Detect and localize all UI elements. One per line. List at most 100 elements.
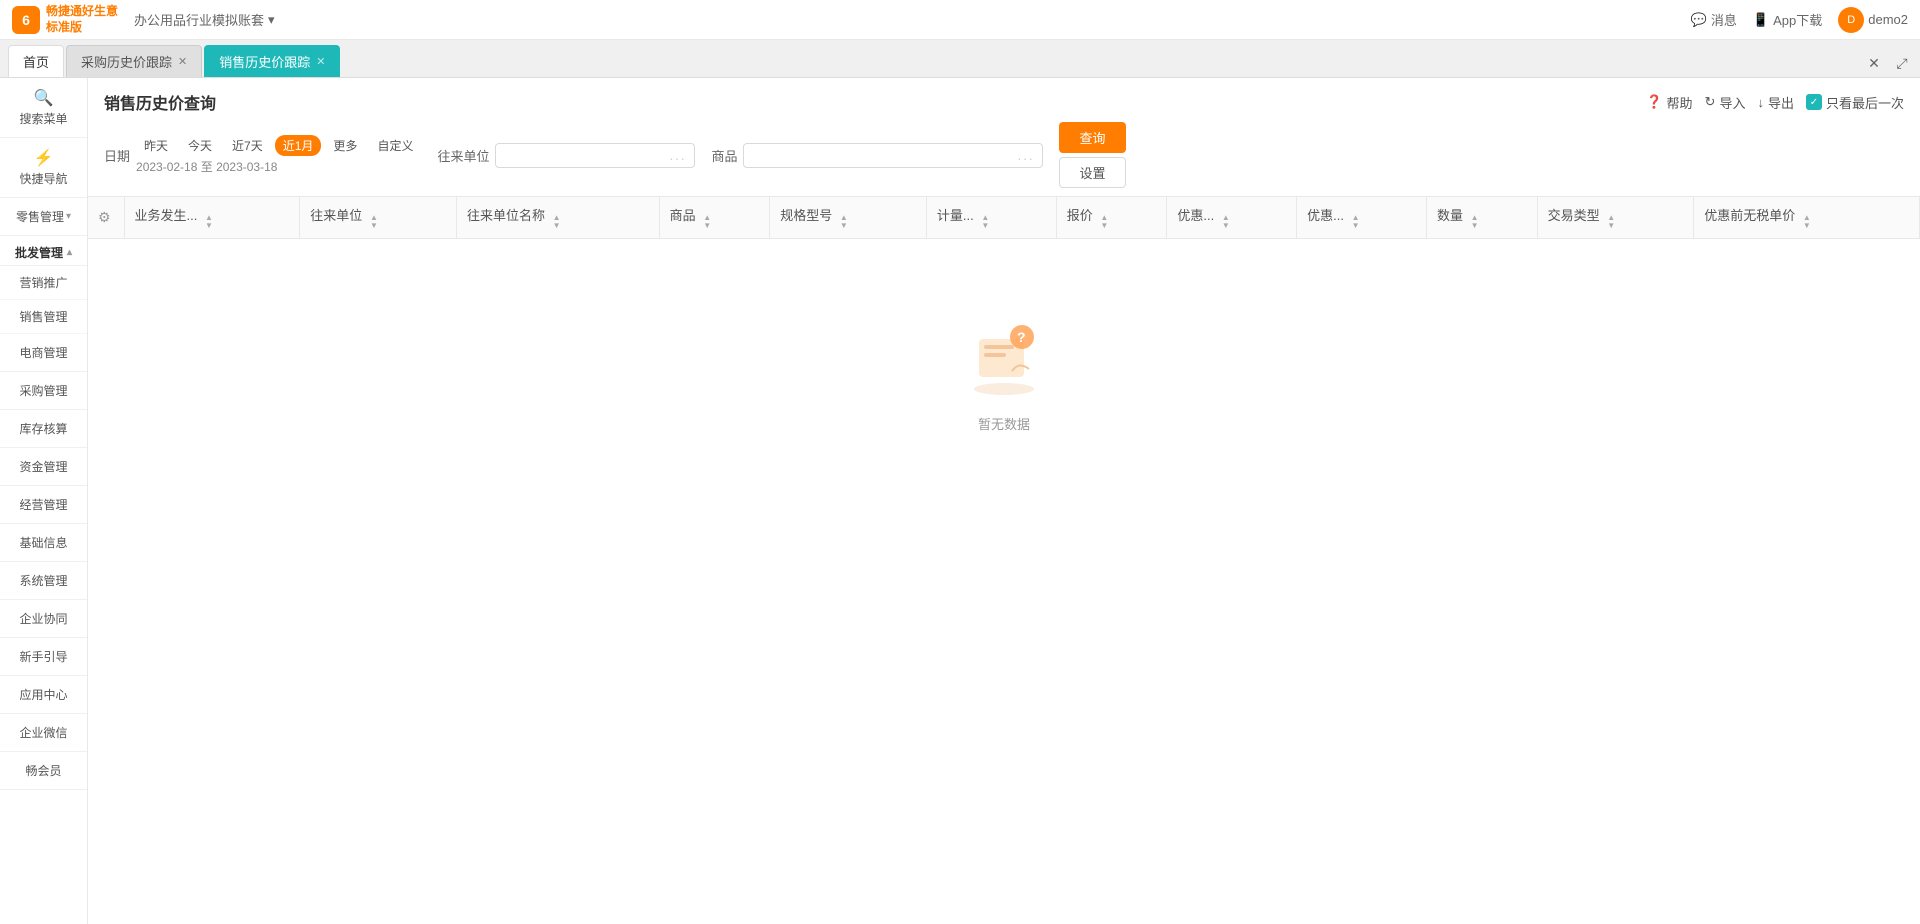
page-actions: ❓ 帮助 ↻ 导入 ↓ 导出 ✓ 只看最后一次: [1646, 93, 1904, 112]
filter-bar: 日期 昨天 今天 近7天 近1月 更多 自定义 2023-02-18 至 202…: [104, 122, 1904, 188]
th-trade-type[interactable]: 交易类型 ▲▼: [1537, 197, 1694, 239]
app-selector[interactable]: 办公用品行业模拟账套 ▾: [126, 10, 283, 29]
sidebar-item-label: 采购管理: [19, 382, 67, 399]
app-logo-text: 畅捷通好生意 标准版: [46, 4, 118, 35]
sidebar-item-label: 零售管理: [16, 208, 64, 225]
page-header: 销售历史价查询 ❓ 帮助 ↻ 导入 ↓ 导出 ✓: [88, 78, 1920, 197]
sidebar-item-marketing[interactable]: 营销推广: [0, 266, 87, 300]
sidebar-item-system-mgmt[interactable]: 系统管理: [0, 562, 87, 600]
sidebar-item-purchase-mgmt[interactable]: 采购管理: [0, 372, 87, 410]
date-opt-last7days[interactable]: 近7天: [224, 135, 271, 156]
app-logo-icon: 6: [12, 6, 40, 34]
sidebar-item-quick-nav[interactable]: ⚡ 快捷导航: [0, 138, 87, 198]
only-last-once-toggle[interactable]: ✓ 只看最后一次: [1806, 93, 1904, 112]
expand-window-button[interactable]: ⤢: [1892, 53, 1912, 73]
sort-icon: ▲▼: [703, 214, 711, 230]
sidebar-item-label: 应用中心: [19, 686, 67, 703]
sidebar-item-enterprise-wechat[interactable]: 企业微信: [0, 714, 87, 752]
import-icon: ↻: [1705, 94, 1716, 110]
user-menu[interactable]: D demo2: [1838, 7, 1908, 33]
empty-svg-icon: ?: [964, 319, 1044, 399]
sort-icon: ▲▼: [370, 214, 378, 230]
sidebar-item-label: 系统管理: [19, 572, 67, 589]
top-bar: 6 畅捷通好生意 标准版 办公用品行业模拟账套 ▾ 💬 消息 📱 App下载 D…: [0, 0, 1920, 40]
sidebar-item-label: 资金管理: [19, 458, 67, 475]
help-button[interactable]: ❓ 帮助: [1646, 93, 1692, 112]
home-tab-label: 首页: [23, 52, 49, 71]
th-discount1[interactable]: 优惠... ▲▼: [1167, 197, 1297, 239]
sidebar-item-member[interactable]: 畅会员: [0, 752, 87, 790]
export-button[interactable]: ↓ 导出: [1757, 93, 1794, 112]
th-product[interactable]: 商品 ▲▼: [659, 197, 770, 239]
sidebar-item-inventory[interactable]: 库存核算: [0, 410, 87, 448]
sort-icon: ▲▼: [1803, 214, 1811, 230]
product-input[interactable]: ...: [743, 143, 1043, 168]
date-opt-today[interactable]: 今天: [180, 135, 220, 156]
empty-state: ? 暂无数据: [88, 239, 1920, 513]
sort-icon: ▲▼: [1471, 214, 1479, 230]
date-opt-last1month[interactable]: 近1月: [275, 135, 322, 156]
date-options-col: 昨天 今天 近7天 近1月 更多 自定义 2023-02-18 至 2023-0…: [136, 135, 421, 175]
sidebar-item-ops-mgmt[interactable]: 经营管理: [0, 486, 87, 524]
close-window-button[interactable]: ✕: [1864, 53, 1884, 73]
sort-icon: ▲▼: [840, 214, 848, 230]
content-area: 销售历史价查询 ❓ 帮助 ↻ 导入 ↓ 导出 ✓: [88, 78, 1920, 924]
sidebar-item-label: 基础信息: [19, 534, 67, 551]
from-unit-input[interactable]: ...: [495, 143, 695, 168]
help-icon: ❓: [1646, 94, 1662, 110]
sidebar-item-wholesale-mgmt[interactable]: 批发管理 ▴: [0, 236, 87, 266]
sidebar-item-sales-mgmt[interactable]: 销售管理: [0, 300, 87, 334]
th-biz-date[interactable]: 业务发生... ▲▼: [124, 197, 300, 239]
sidebar-item-finance-mgmt[interactable]: 资金管理: [0, 448, 87, 486]
tab-home[interactable]: 首页: [8, 45, 64, 77]
th-discount2[interactable]: 优惠... ▲▼: [1297, 197, 1427, 239]
date-filter-group: 日期 昨天 今天 近7天 近1月 更多 自定义 2023-02-18 至 202…: [104, 135, 421, 175]
empty-illustration: ?: [964, 319, 1044, 402]
message-button[interactable]: 💬 消息: [1691, 10, 1737, 29]
th-spec[interactable]: 规格型号 ▲▼: [770, 197, 927, 239]
svg-text:?: ?: [1017, 329, 1026, 345]
th-pre-tax-price[interactable]: 优惠前无税单价 ▲▼: [1694, 197, 1920, 239]
table-container: ⚙ 业务发生... ▲▼ 往来单位 ▲▼ 往来单位名称 ▲▼: [88, 197, 1920, 924]
query-button[interactable]: 查询: [1059, 122, 1125, 153]
tab-purchase-history[interactable]: 采购历史价跟踪 ✕: [66, 45, 202, 77]
tab-bar: 首页 采购历史价跟踪 ✕ 销售历史价跟踪 ✕ ✕ ⤢: [0, 40, 1920, 78]
date-opt-yesterday[interactable]: 昨天: [136, 135, 176, 156]
purchase-history-tab-close[interactable]: ✕: [178, 55, 187, 68]
sidebar-item-enterprise-collab[interactable]: 企业协同: [0, 600, 87, 638]
sidebar-item-app-center[interactable]: 应用中心: [0, 676, 87, 714]
date-label: 日期: [104, 146, 130, 165]
date-opt-more[interactable]: 更多: [325, 135, 365, 156]
logo-area: 6 畅捷通好生意 标准版: [12, 4, 118, 35]
search-menu-icon: 🔍: [34, 88, 54, 108]
sales-history-tab-label: 销售历史价跟踪: [219, 52, 310, 71]
sidebar-item-ecommerce-mgmt[interactable]: 电商管理: [0, 334, 87, 372]
tab-sales-history[interactable]: 销售历史价跟踪 ✕: [204, 45, 340, 77]
date-opt-custom[interactable]: 自定义: [369, 135, 421, 156]
th-settings: ⚙: [88, 197, 124, 239]
th-quote[interactable]: 报价 ▲▼: [1056, 197, 1167, 239]
avatar: D: [1838, 7, 1864, 33]
product-label: 商品: [711, 146, 737, 165]
table-settings-icon[interactable]: ⚙: [98, 209, 111, 225]
import-button[interactable]: ↻ 导入: [1705, 93, 1746, 112]
sort-icon: ▲▼: [205, 214, 213, 230]
sidebar-item-basic-info[interactable]: 基础信息: [0, 524, 87, 562]
th-unit[interactable]: 计量... ▲▼: [926, 197, 1056, 239]
sidebar-item-retail-mgmt[interactable]: 零售管理 ▾: [0, 198, 87, 236]
sales-history-tab-close[interactable]: ✕: [316, 55, 325, 68]
th-from-unit[interactable]: 往来单位 ▲▼: [300, 197, 457, 239]
sort-icon: ▲▼: [1100, 214, 1108, 230]
sidebar-item-label: 新手引导: [19, 648, 67, 665]
app-download-button[interactable]: 📱 App下载: [1753, 10, 1822, 29]
sidebar-item-search-menu[interactable]: 🔍 搜索菜单: [0, 78, 87, 138]
settings-button[interactable]: 设置: [1059, 157, 1125, 188]
sidebar-item-new-guide[interactable]: 新手引导: [0, 638, 87, 676]
th-quantity[interactable]: 数量 ▲▼: [1426, 197, 1537, 239]
page-title-row: 销售历史价查询 ❓ 帮助 ↻ 导入 ↓ 导出 ✓: [104, 90, 1904, 114]
page-title: 销售历史价查询: [104, 90, 216, 114]
sort-icon: ▲▼: [1222, 214, 1230, 230]
th-from-unit-name[interactable]: 往来单位名称 ▲▼: [456, 197, 659, 239]
only-last-checkbox: ✓: [1806, 94, 1822, 110]
tab-controls: ✕ ⤢: [1864, 53, 1912, 77]
